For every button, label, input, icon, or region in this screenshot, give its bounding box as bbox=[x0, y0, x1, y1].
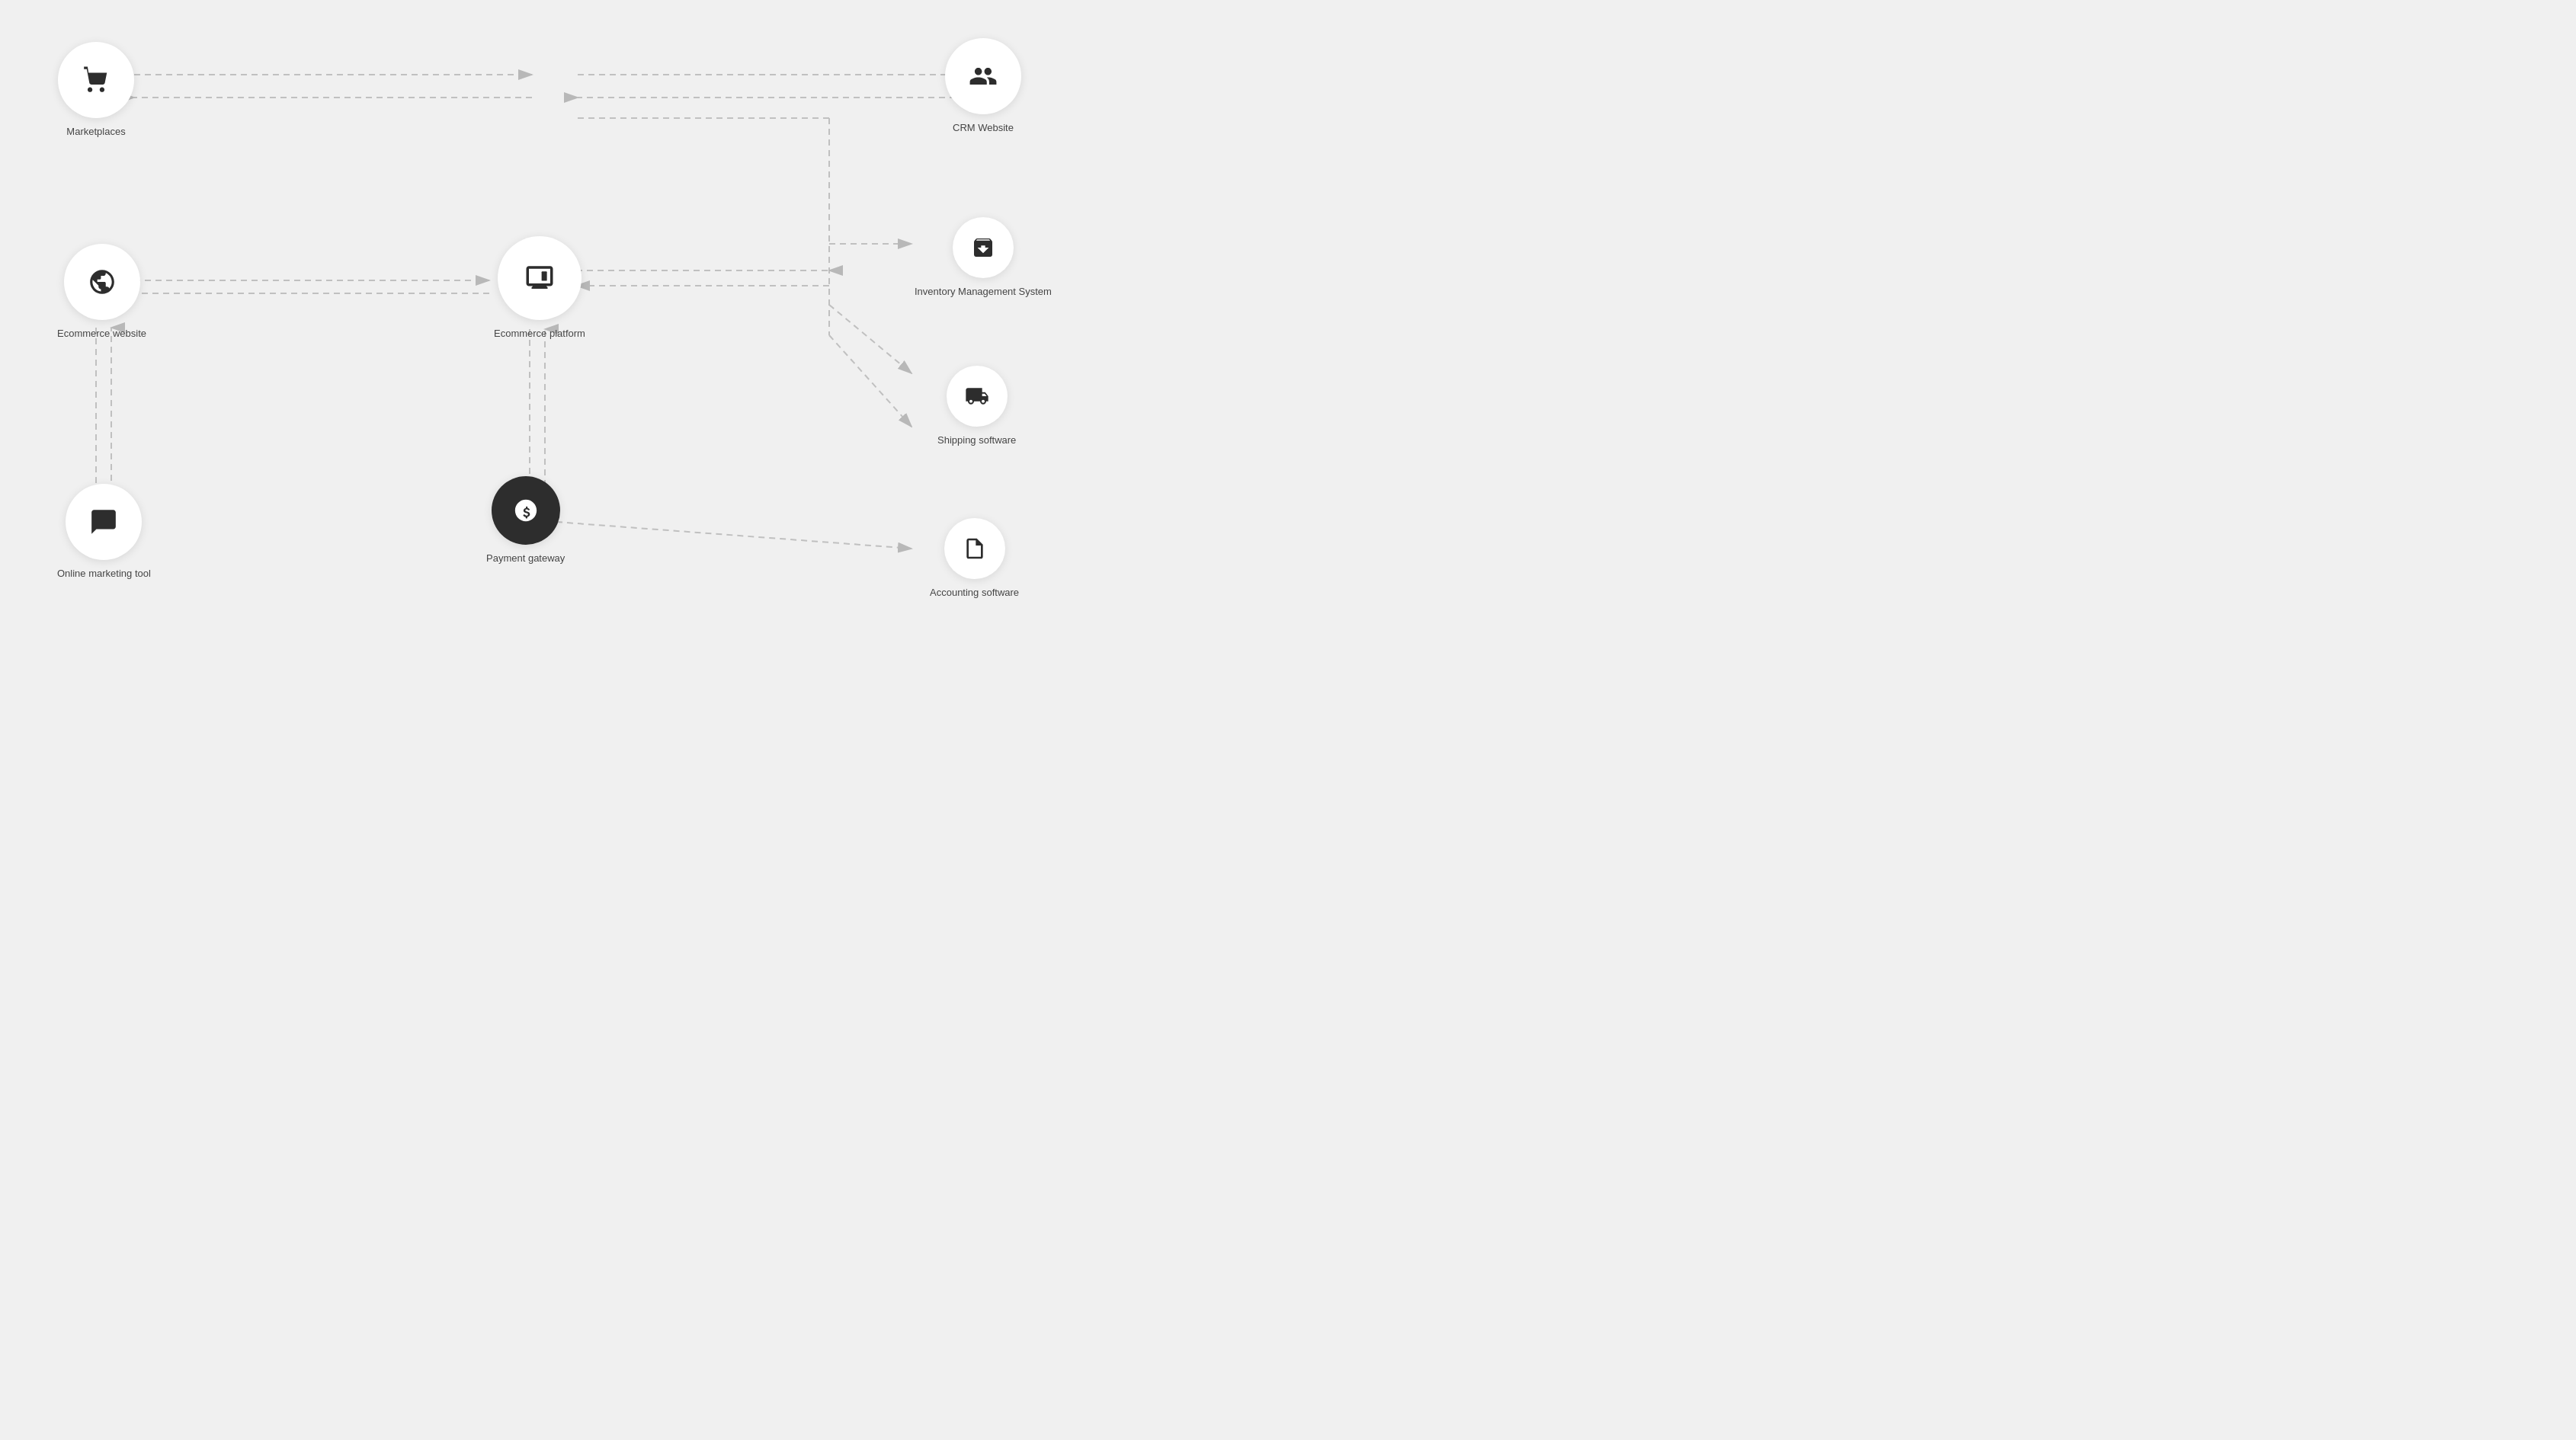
monitor-icon bbox=[524, 262, 556, 294]
globe-icon bbox=[88, 267, 117, 296]
dollar-icon bbox=[513, 498, 539, 523]
online-marketing-node: Online marketing tool bbox=[57, 484, 151, 579]
shipping-node: Shipping software bbox=[937, 366, 1016, 446]
marketplaces-label: Marketplaces bbox=[66, 126, 125, 137]
chat-icon bbox=[89, 507, 118, 536]
ecommerce-platform-icon-circle bbox=[498, 236, 582, 320]
ecommerce-platform-node: Ecommerce platform bbox=[494, 236, 585, 339]
svg-line-21 bbox=[829, 335, 912, 427]
online-marketing-icon-circle bbox=[66, 484, 142, 560]
marketplaces-icon-circle bbox=[58, 42, 134, 118]
payment-gateway-node: Payment gateway bbox=[486, 476, 565, 564]
ecommerce-platform-label: Ecommerce platform bbox=[494, 328, 585, 339]
svg-line-19 bbox=[829, 305, 912, 373]
crm-website-icon-circle bbox=[945, 38, 1021, 114]
crm-website-node: CRM Website bbox=[945, 38, 1021, 133]
shipping-icon-circle bbox=[947, 366, 1008, 427]
inventory-label: Inventory Management System bbox=[915, 286, 1052, 297]
ecommerce-website-icon-circle bbox=[64, 244, 140, 320]
accounting-label: Accounting software bbox=[930, 587, 1019, 598]
accounting-node: Accounting software bbox=[930, 518, 1019, 598]
inventory-node: Inventory Management System bbox=[915, 217, 1052, 297]
payment-gateway-icon-circle bbox=[492, 476, 560, 545]
ecommerce-website-label: Ecommerce website bbox=[57, 328, 146, 339]
crm-website-label: CRM Website bbox=[953, 122, 1014, 133]
truck-icon bbox=[965, 384, 989, 408]
box-icon bbox=[971, 235, 995, 260]
online-marketing-label: Online marketing tool bbox=[57, 568, 151, 579]
document-icon bbox=[963, 536, 987, 561]
svg-rect-22 bbox=[542, 271, 547, 280]
svg-line-20 bbox=[556, 522, 912, 549]
accounting-icon-circle bbox=[944, 518, 1005, 579]
cart-icon bbox=[82, 66, 111, 94]
inventory-icon-circle bbox=[953, 217, 1014, 278]
people-icon bbox=[969, 62, 998, 91]
payment-gateway-label: Payment gateway bbox=[486, 552, 565, 564]
marketplaces-node: Marketplaces bbox=[58, 42, 134, 137]
ecommerce-website-node: Ecommerce website bbox=[57, 244, 146, 339]
shipping-label: Shipping software bbox=[937, 434, 1016, 446]
